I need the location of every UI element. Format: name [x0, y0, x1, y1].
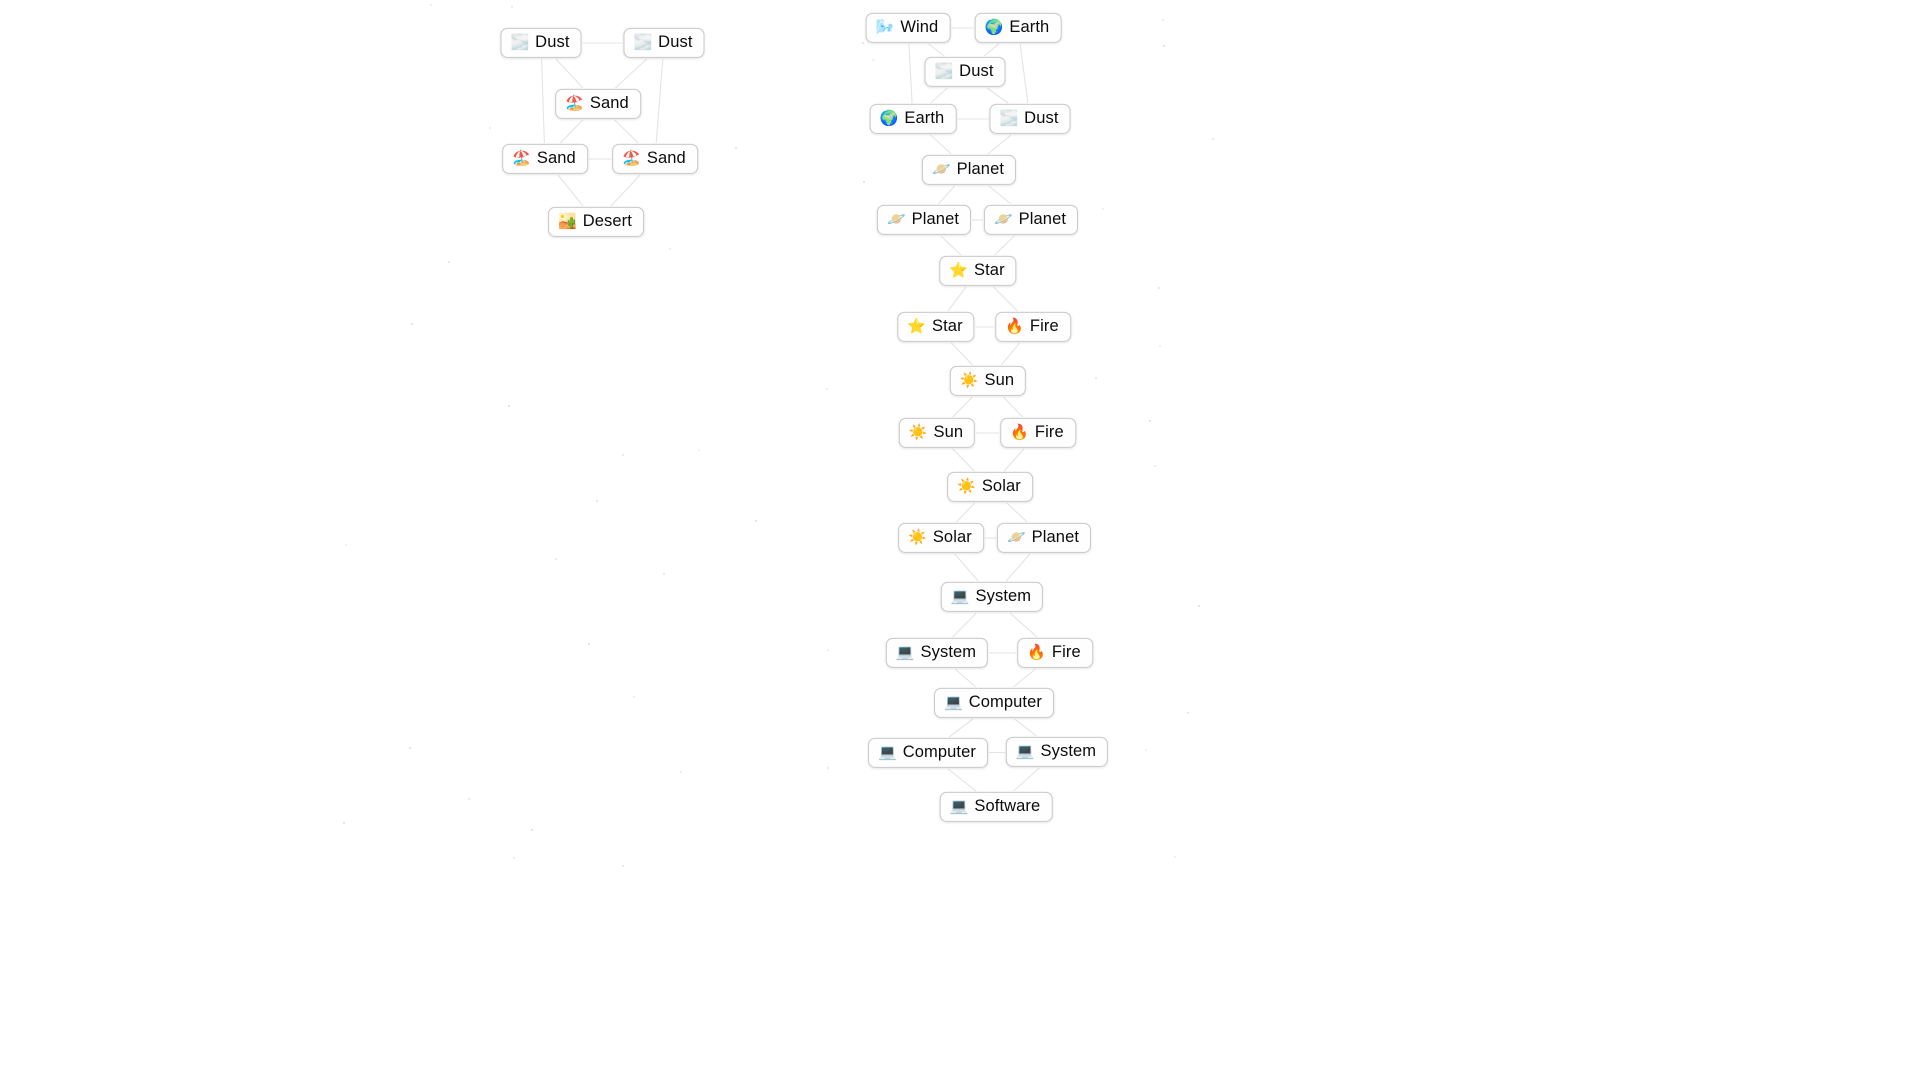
craft-node-label: Sand — [536, 148, 576, 167]
craft-node-label: System — [1040, 741, 1097, 760]
craft-node-sand[interactable]: 🏖️ Sand — [502, 143, 588, 175]
craft-node-solar[interactable]: ☀️ Solar — [898, 522, 984, 554]
earth-icon: 🌍 — [879, 110, 899, 127]
craft-node-label: Computer — [968, 692, 1042, 711]
solar-icon: ☀️ — [908, 529, 927, 546]
craft-node-label: System — [920, 642, 977, 661]
craft-node-fire[interactable]: 🔥 Fire — [1017, 637, 1093, 669]
craft-node-sand[interactable]: 🏖️ Sand — [612, 143, 698, 175]
craft-node-star[interactable]: ⭐ Star — [939, 255, 1017, 287]
software-icon: 💻 — [949, 798, 969, 815]
craft-node-sand[interactable]: 🏖️ Sand — [555, 88, 641, 120]
star-icon: ⭐ — [949, 262, 969, 279]
sun-icon: ☀️ — [908, 424, 928, 441]
craft-node-dust[interactable]: 🌫️ Dust — [500, 27, 582, 59]
dust-icon: 🌫️ — [510, 34, 530, 51]
computer-icon: 💻 — [878, 744, 897, 761]
dust-icon: 🌫️ — [999, 110, 1019, 127]
computer-icon: 💻 — [944, 694, 963, 711]
system-icon: 💻 — [950, 588, 970, 605]
craft-node-label: Computer — [902, 742, 976, 761]
fire-icon: 🔥 — [1027, 644, 1046, 661]
craft-node-planet[interactable]: 🪐 Planet — [983, 204, 1079, 236]
craft-node-label: Fire — [1051, 642, 1081, 661]
earth-icon: 🌍 — [984, 19, 1004, 36]
craft-node-dust[interactable]: 🌫️ Dust — [989, 103, 1071, 135]
craft-node-layer: 🌫️ Dust 🌫️ Dust 🏖️ Sand 🏖️ Sand 🏖️ Sand 🏜️ Desert 🌬️… — [0, 0, 1920, 1080]
fire-icon: 🔥 — [1005, 318, 1024, 335]
craft-node-sun[interactable]: ☀️ Sun — [949, 365, 1027, 397]
craft-node-star[interactable]: ⭐ Star — [897, 311, 975, 343]
desert-icon: 🏜️ — [558, 213, 577, 230]
craft-node-label: System — [975, 586, 1032, 605]
wind-icon: 🌬️ — [875, 19, 895, 36]
craft-node-computer[interactable]: 💻 Computer — [934, 687, 1054, 719]
craft-node-label: Planet — [956, 159, 1005, 178]
planet-icon: 🪐 — [1006, 529, 1026, 546]
planet-icon: 🪐 — [931, 161, 951, 178]
craft-node-label: Planet — [1018, 209, 1067, 228]
craft-node-computer[interactable]: 💻 Computer — [868, 737, 988, 769]
craft-node-dust[interactable]: 🌫️ Dust — [924, 56, 1006, 88]
craft-node-label: Sand — [589, 93, 629, 112]
craft-node-label: Solar — [981, 476, 1021, 495]
craft-node-label: Earth — [904, 108, 945, 127]
dust-icon: 🌫️ — [633, 34, 653, 51]
craft-node-planet[interactable]: 🪐 Planet — [921, 154, 1017, 186]
sun-icon: ☀️ — [959, 372, 979, 389]
planet-icon: 🪐 — [993, 211, 1013, 228]
sand-icon: 🏖️ — [565, 95, 584, 112]
craft-node-dust[interactable]: 🌫️ Dust — [623, 27, 705, 59]
craft-node-label: Sun — [933, 422, 964, 441]
craft-node-label: Planet — [911, 209, 960, 228]
craft-node-system[interactable]: 💻 System — [940, 581, 1044, 613]
craft-node-label: Dust — [959, 61, 994, 80]
craft-node-label: Planet — [1031, 527, 1080, 546]
craft-node-sun[interactable]: ☀️ Sun — [898, 417, 976, 449]
planet-icon: 🪐 — [886, 211, 906, 228]
fire-icon: 🔥 — [1010, 424, 1029, 441]
craft-node-label: Wind — [900, 17, 939, 36]
craft-node-label: Fire — [1029, 316, 1059, 335]
craft-node-label: Software — [974, 796, 1041, 815]
craft-node-label: Dust — [1024, 108, 1059, 127]
sand-icon: 🏖️ — [512, 150, 531, 167]
dust-icon: 🌫️ — [934, 63, 954, 80]
craft-node-planet[interactable]: 🪐 Planet — [876, 204, 972, 236]
craft-node-label: Earth — [1009, 17, 1050, 36]
craft-node-label: Solar — [932, 527, 972, 546]
craft-node-label: Desert — [582, 211, 632, 230]
system-icon: 💻 — [895, 644, 915, 661]
sand-icon: 🏖️ — [622, 150, 641, 167]
craft-node-label: Dust — [535, 32, 570, 51]
craft-node-system[interactable]: 💻 System — [1005, 736, 1109, 768]
craft-node-software[interactable]: 💻 Software — [939, 791, 1053, 823]
craft-node-wind[interactable]: 🌬️ Wind — [865, 12, 951, 44]
craft-node-system[interactable]: 💻 System — [885, 637, 989, 669]
craft-node-earth[interactable]: 🌍 Earth — [869, 103, 957, 135]
solar-icon: ☀️ — [957, 478, 976, 495]
craft-node-label: Star — [932, 316, 963, 335]
craft-node-label: Star — [974, 260, 1005, 279]
craft-node-earth[interactable]: 🌍 Earth — [974, 12, 1062, 44]
craft-node-solar[interactable]: ☀️ Solar — [947, 471, 1033, 503]
crafting-canvas[interactable]: 🌫️ Dust 🌫️ Dust 🏖️ Sand 🏖️ Sand 🏖️ Sand 🏜️ Desert 🌬️… — [0, 0, 1920, 1080]
craft-node-fire[interactable]: 🔥 Fire — [995, 311, 1071, 343]
craft-node-fire[interactable]: 🔥 Fire — [1000, 417, 1076, 449]
craft-node-label: Sand — [646, 148, 686, 167]
craft-node-label: Sun — [984, 370, 1015, 389]
system-icon: 💻 — [1015, 743, 1035, 760]
star-icon: ⭐ — [907, 318, 927, 335]
craft-node-label: Dust — [658, 32, 693, 51]
craft-node-label: Fire — [1034, 422, 1064, 441]
craft-node-desert[interactable]: 🏜️ Desert — [548, 206, 644, 238]
craft-node-planet[interactable]: 🪐 Planet — [996, 522, 1092, 554]
